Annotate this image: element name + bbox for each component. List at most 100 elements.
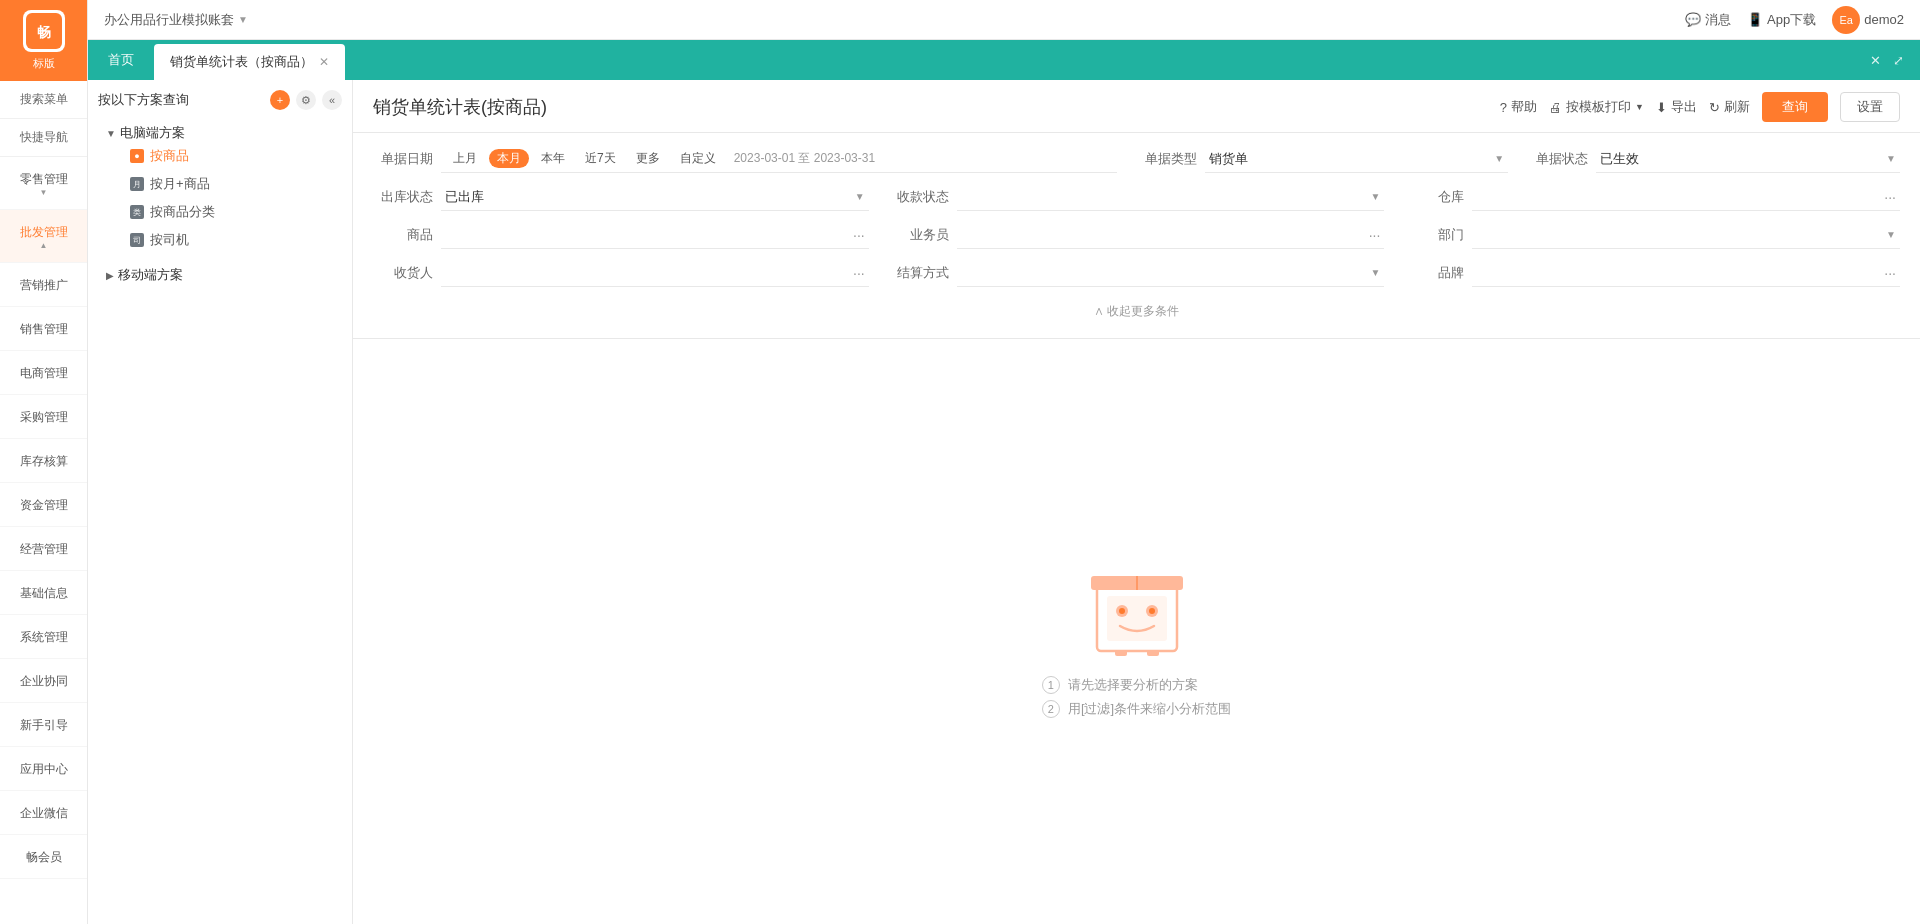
date-pill-this-month[interactable]: 本月 [489, 149, 529, 168]
search-menu-item[interactable]: 搜索菜单 [0, 81, 87, 119]
chevron-icon-retail: ▼ [5, 188, 82, 197]
tree-expand-icon: ▼ [106, 128, 116, 139]
dots-icon-warehouse[interactable]: ··· [1884, 189, 1896, 205]
order-type-value[interactable]: 销货单 ▼ [1205, 145, 1509, 173]
date-pill-custom[interactable]: 自定义 [672, 149, 724, 168]
filter-conditions: 单据日期 上月 本月 本年 近7天 更多 自定义 2023-03-01 至 20… [353, 133, 1920, 339]
filter-field-brand: 品牌 ··· [1404, 259, 1900, 287]
date-pill-7days[interactable]: 近7天 [577, 149, 624, 168]
settings-plan-button[interactable]: ⚙ [296, 90, 316, 110]
goods-value[interactable]: ··· [441, 221, 869, 249]
settlement-value[interactable]: ▼ [957, 259, 1385, 287]
filter-field-order-status: 单据状态 已生效 ▼ [1528, 145, 1900, 173]
sidebar-item-finance[interactable]: 资金管理 [0, 483, 87, 527]
date-pill-more[interactable]: 更多 [628, 149, 668, 168]
out-status-text: 已出库 [445, 188, 484, 206]
tree-child-by-cashier[interactable]: 司 按司机 [122, 226, 334, 254]
template-print-button[interactable]: 🖨 按模板打印 ▼ [1549, 98, 1644, 116]
dots-icon-goods[interactable]: ··· [853, 227, 865, 243]
plan-icon-by-month-goods: 月 [130, 177, 144, 191]
date-pill-this-year[interactable]: 本年 [533, 149, 573, 168]
sidebar-label-enterprise: 企业协同 [5, 673, 82, 690]
settings-button[interactable]: 设置 [1840, 92, 1900, 122]
filter-field-order-type: 单据类型 销货单 ▼ [1137, 145, 1509, 173]
tab-sales-stats[interactable]: 销货单统计表（按商品） ✕ [154, 44, 345, 80]
sidebar-item-enterprise[interactable]: 企业协同 [0, 659, 87, 703]
query-button[interactable]: 查询 [1762, 92, 1828, 122]
filter-title-text: 按以下方案查询 [98, 91, 189, 109]
sidebar-label-purchase: 采购管理 [5, 409, 82, 426]
tree-section-mobile[interactable]: ▶ 移动端方案 [98, 260, 342, 290]
collapse-conditions-button[interactable]: ∧ 收起更多条件 [373, 297, 1900, 326]
sidebar-item-ecommerce[interactable]: 电商管理 [0, 351, 87, 395]
refresh-button[interactable]: ↻ 刷新 [1709, 98, 1750, 116]
brand-value[interactable]: ··· [1472, 259, 1900, 287]
tip-text-1: 请先选择要分析的方案 [1068, 676, 1198, 694]
account-selector[interactable]: 办公用品行业模拟账套 ▼ [104, 11, 248, 29]
filter-field-department: 部门 ▼ [1404, 221, 1900, 249]
chevron-down-icon-collect-status: ▼ [1370, 191, 1380, 202]
logo-icon: 畅 [23, 10, 65, 52]
order-status-value[interactable]: 已生效 ▼ [1596, 145, 1900, 173]
quick-nav-item[interactable]: 快捷导航 [0, 119, 87, 157]
tree-child-by-category[interactable]: 类 按商品分类 [122, 198, 334, 226]
sidebar-item-sales[interactable]: 销售管理 [0, 307, 87, 351]
dots-icon-recipient[interactable]: ··· [853, 265, 865, 281]
close-window-icon[interactable]: ✕ [1870, 53, 1881, 68]
dots-icon-salesman[interactable]: ··· [1369, 227, 1381, 243]
sidebar-item-apps[interactable]: 应用中心 [0, 747, 87, 791]
tree-section-desktop[interactable]: ▼ 电脑端方案 ● 按商品 月 按月+商品 类 按商品分类 [98, 118, 342, 260]
sidebar-item-purchase[interactable]: 采购管理 [0, 395, 87, 439]
sidebar-label-ecommerce: 电商管理 [5, 365, 82, 382]
tab-home[interactable]: 首页 [88, 40, 154, 80]
sidebar-item-retail[interactable]: 零售管理 ▼ [0, 157, 87, 210]
sidebar-item-newbie[interactable]: 新手引导 [0, 703, 87, 747]
plan-icon-by-cashier: 司 [130, 233, 144, 247]
add-plan-button[interactable]: + [270, 90, 290, 110]
export-button[interactable]: ⬇ 导出 [1656, 98, 1697, 116]
out-status-value[interactable]: 已出库 ▼ [441, 183, 869, 211]
sidebar-item-marketing[interactable]: 营销推广 [0, 263, 87, 307]
tree-child-by-goods-label: 按商品 [150, 147, 189, 165]
date-pill-last-month[interactable]: 上月 [445, 149, 485, 168]
department-label: 部门 [1404, 226, 1464, 244]
collapse-panel-button[interactable]: « [322, 90, 342, 110]
sidebar-item-basic[interactable]: 基础信息 [0, 571, 87, 615]
sidebar-item-wechat[interactable]: 企业微信 [0, 791, 87, 835]
help-icon: ? [1500, 100, 1507, 115]
help-label: 帮助 [1511, 98, 1537, 116]
sidebar-item-inventory[interactable]: 库存核算 [0, 439, 87, 483]
filter-field-date: 单据日期 上月 本月 本年 近7天 更多 自定义 2023-03-01 至 20… [373, 145, 1117, 173]
order-status-text: 已生效 [1600, 150, 1639, 168]
user-profile[interactable]: Ea demo2 [1832, 6, 1904, 34]
maximize-window-icon[interactable]: ⤢ [1893, 53, 1904, 68]
help-button[interactable]: ? 帮助 [1500, 98, 1537, 116]
filter-field-goods: 商品 ··· [373, 221, 869, 249]
dots-icon-brand[interactable]: ··· [1884, 265, 1896, 281]
collect-status-value[interactable]: ▼ [957, 183, 1385, 211]
tree-child-by-cashier-label: 按司机 [150, 231, 189, 249]
tip-num-2: 2 [1042, 700, 1060, 718]
warehouse-value[interactable]: ··· [1472, 183, 1900, 211]
department-value[interactable]: ▼ [1472, 221, 1900, 249]
refresh-icon: ↻ [1709, 100, 1720, 115]
plan-icon-by-category: 类 [130, 205, 144, 219]
user-initial: Ea [1840, 14, 1853, 26]
sidebar-item-system[interactable]: 系统管理 [0, 615, 87, 659]
tree-child-by-month-goods[interactable]: 月 按月+商品 [122, 170, 334, 198]
salesman-value[interactable]: ··· [957, 221, 1385, 249]
filter-field-salesman: 业务员 ··· [889, 221, 1385, 249]
chevron-down-icon-settlement: ▼ [1370, 267, 1380, 278]
logo-area[interactable]: 畅 标版 [0, 0, 87, 81]
date-value[interactable]: 上月 本月 本年 近7天 更多 自定义 2023-03-01 至 2023-03… [441, 145, 1117, 173]
sidebar-item-member[interactable]: 畅会员 [0, 835, 87, 879]
tree-child-by-goods[interactable]: ● 按商品 [122, 142, 334, 170]
app-download-button[interactable]: 📱 App下载 [1747, 11, 1816, 29]
tab-close-button[interactable]: ✕ [319, 55, 329, 69]
user-name: demo2 [1864, 12, 1904, 27]
recipient-value[interactable]: ··· [441, 259, 869, 287]
warehouse-label: 仓库 [1404, 188, 1464, 206]
message-button[interactable]: 💬 消息 [1685, 11, 1731, 29]
sidebar-item-operation[interactable]: 经营管理 [0, 527, 87, 571]
sidebar-item-wholesale[interactable]: 批发管理 ▲ [0, 210, 87, 263]
